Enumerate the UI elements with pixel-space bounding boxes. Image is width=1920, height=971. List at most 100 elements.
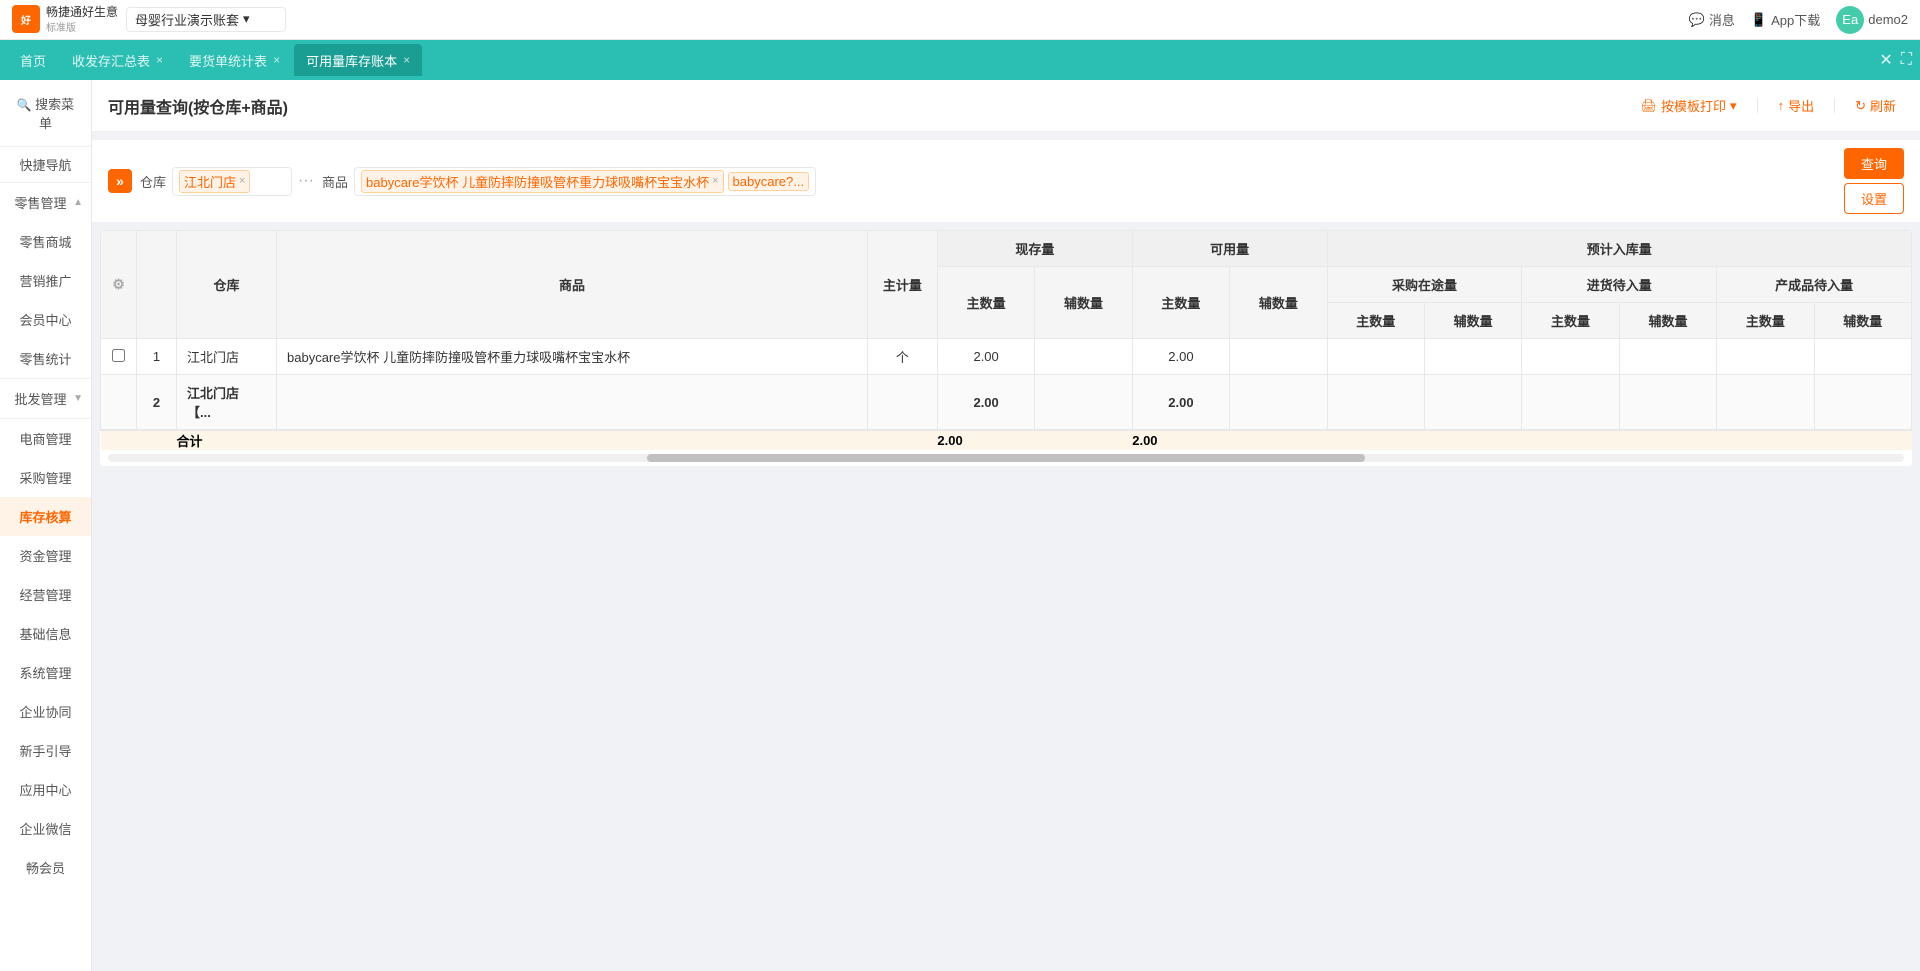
- settings-button[interactable]: 设置: [1844, 183, 1904, 214]
- warehouse-tag-1-close[interactable]: ×: [239, 175, 245, 187]
- store-selector[interactable]: 母婴行业演示账套 ▾: [126, 7, 286, 32]
- sidebar-item-wholesale-mgmt[interactable]: 批发管理 ▼: [0, 379, 91, 418]
- refresh-button[interactable]: ↻ 刷新: [1847, 92, 1904, 119]
- chevron-print-icon: ▾: [1730, 98, 1737, 114]
- warehouse-more-dots[interactable]: ···: [298, 172, 314, 190]
- th-available: 可用量: [1132, 231, 1327, 267]
- scroll-thumb[interactable]: [647, 454, 1365, 462]
- filter-expand-button[interactable]: »: [108, 169, 132, 193]
- sidebar-item-retail-stats[interactable]: 零售统计: [0, 339, 91, 378]
- query-button[interactable]: 查询: [1844, 148, 1904, 179]
- horizontal-scrollbar[interactable]: [100, 450, 1912, 466]
- th-stock-main: 主数量: [937, 267, 1034, 339]
- sidebar-item-retail-mgmt-label: 零售管理: [8, 193, 73, 212]
- sidebar-item-vip-member[interactable]: 畅会员: [0, 848, 91, 887]
- message-icon: 💬: [1689, 12, 1705, 28]
- th-stock-aux: 辅数量: [1035, 267, 1132, 339]
- tab-maximize-icon[interactable]: ⛶: [1901, 51, 1912, 69]
- tab-order-stats-close[interactable]: ×: [273, 53, 280, 67]
- table-footer-row: 合计 2.00 2.00: [101, 430, 1912, 450]
- tab-home[interactable]: 首页: [8, 44, 58, 76]
- sidebar-item-ecommerce-mgmt[interactable]: 电商管理: [0, 419, 91, 458]
- th-current-stock: 现存量: [937, 231, 1132, 267]
- row1-checkbox[interactable]: [112, 349, 125, 362]
- message-label: 消息: [1709, 10, 1735, 29]
- td-row2-stock-aux: [1035, 375, 1132, 431]
- print-template-label: 按模板打印: [1661, 96, 1726, 115]
- warehouse-tag-container[interactable]: 江北门店 ×: [172, 167, 292, 196]
- sidebar-item-basic-info-label: 基础信息: [8, 624, 83, 643]
- tab-receive-send-label: 收发存汇总表: [72, 51, 150, 70]
- logo-text: 畅捷通好生意: [46, 5, 118, 19]
- product-tag-2-text: babycare?...: [733, 174, 805, 189]
- logo-area: 好 畅捷通好生意 标准版: [12, 5, 118, 34]
- search-menu-button[interactable]: 🔍 搜索菜单: [8, 88, 83, 138]
- td-row1-finished-pending-main: [1717, 339, 1814, 375]
- td-row2-purchase-transit-aux: [1424, 375, 1521, 431]
- tab-available-inventory[interactable]: 可用量库存账本 ×: [294, 44, 422, 76]
- sidebar-item-marketing-label: 营销推广: [8, 271, 83, 290]
- td-row2-stock-main: 2.00: [937, 375, 1034, 431]
- sidebar-item-inventory-check[interactable]: 库存核算: [0, 497, 91, 536]
- sidebar-item-ecommerce-mgmt-label: 电商管理: [8, 429, 83, 448]
- sidebar: 🔍 搜索菜单 快捷导航 零售管理 ▲ 零售商城 营销推广 会员中心 零售统计: [0, 80, 92, 971]
- th-settings: ⚙: [101, 231, 137, 339]
- th-no: [137, 231, 177, 339]
- tab-available-inventory-close[interactable]: ×: [403, 53, 410, 67]
- sidebar-item-purchase-mgmt[interactable]: 采购管理: [0, 458, 91, 497]
- tf-checkbox: [101, 430, 137, 450]
- sidebar-item-app-center[interactable]: 应用中心: [0, 770, 91, 809]
- tab-order-stats-label: 要货单统计表: [189, 51, 267, 70]
- td-row1-checkbox[interactable]: [101, 339, 137, 375]
- tab-close-all-icon[interactable]: ✕: [1879, 50, 1892, 70]
- top-bar: 好 畅捷通好生意 标准版 母婴行业演示账套 ▾ 💬 消息 📱 App下载 Ea …: [0, 0, 1920, 40]
- filter-right-buttons: 查询 设置: [1844, 148, 1904, 214]
- sidebar-item-marketing[interactable]: 营销推广: [0, 261, 91, 300]
- td-row2-unit: [867, 375, 937, 431]
- sidebar-item-retail-mgmt[interactable]: 零售管理 ▲: [0, 183, 91, 222]
- message-button[interactable]: 💬 消息: [1689, 10, 1735, 29]
- table-row: 2 江北门店 【... 2.00 2.00: [101, 375, 1912, 431]
- sidebar-quick-nav[interactable]: 快捷导航: [0, 147, 91, 183]
- top-bar-left: 好 畅捷通好生意 标准版 母婴行业演示账套 ▾: [12, 5, 286, 34]
- tf-stock-aux: [1035, 430, 1132, 450]
- product-tag-2: babycare?...: [728, 172, 810, 191]
- td-row1-unit: 个: [867, 339, 937, 375]
- sidebar-item-retail-mall[interactable]: 零售商城: [0, 222, 91, 261]
- export-button[interactable]: ↑ 导出: [1770, 92, 1823, 119]
- chevron-icon-2: ▼: [73, 393, 83, 404]
- table-settings-icon[interactable]: ⚙: [112, 276, 125, 292]
- product-tag-1-close[interactable]: ×: [712, 175, 718, 187]
- tf-inbound-pending-main: [1522, 430, 1619, 450]
- print-template-button[interactable]: 🖨 按模板打印 ▾: [1633, 92, 1745, 119]
- tf-finished-pending-aux: [1814, 430, 1911, 450]
- tab-available-inventory-label: 可用量库存账本: [306, 51, 397, 70]
- sidebar-item-member-center[interactable]: 会员中心: [0, 300, 91, 339]
- tab-order-stats[interactable]: 要货单统计表 ×: [177, 44, 292, 76]
- tab-home-label: 首页: [20, 51, 46, 70]
- sidebar-item-operations-mgmt[interactable]: 经营管理: [0, 575, 91, 614]
- app-download-button[interactable]: 📱 App下载: [1751, 10, 1820, 29]
- page-actions: 🖨 按模板打印 ▾ ↑ 导出 ↻ 刷新: [1633, 92, 1905, 119]
- sidebar-item-enterprise-collab[interactable]: 企业协同: [0, 692, 91, 731]
- sidebar-item-enterprise-wechat[interactable]: 企业微信: [0, 809, 91, 848]
- product-tag-container[interactable]: babycare学饮杯 儿童防摔防撞吸管杯重力球吸嘴杯宝宝水杯 × babyca…: [354, 167, 816, 196]
- td-row2-no: 2: [137, 375, 177, 431]
- sidebar-item-new-guide[interactable]: 新手引导: [0, 731, 91, 770]
- th-planned-inbound: 预计入库量: [1327, 231, 1911, 267]
- sidebar-item-finance-mgmt[interactable]: 资金管理: [0, 536, 91, 575]
- export-icon: ↑: [1778, 98, 1785, 113]
- td-row1-available-main: 2.00: [1132, 339, 1229, 375]
- product-filter-group: 商品 babycare学饮杯 儿童防摔防撞吸管杯重力球吸嘴杯宝宝水杯 × bab…: [322, 167, 816, 196]
- sidebar-item-system-mgmt[interactable]: 系统管理: [0, 653, 91, 692]
- user-area[interactable]: Ea demo2: [1836, 6, 1908, 34]
- sidebar-item-basic-info[interactable]: 基础信息: [0, 614, 91, 653]
- tab-receive-send-close[interactable]: ×: [156, 53, 163, 67]
- page-title: 可用量查询(按仓库+商品): [108, 94, 288, 118]
- avatar-text: Ea: [1842, 12, 1858, 27]
- product-filter-label: 商品: [322, 172, 348, 191]
- sidebar-item-wholesale-mgmt-label: 批发管理: [8, 389, 73, 408]
- tab-receive-send[interactable]: 收发存汇总表 ×: [60, 44, 175, 76]
- quick-nav-label: 快捷导航: [19, 158, 71, 173]
- tf-stock-main: 2.00: [937, 430, 1034, 450]
